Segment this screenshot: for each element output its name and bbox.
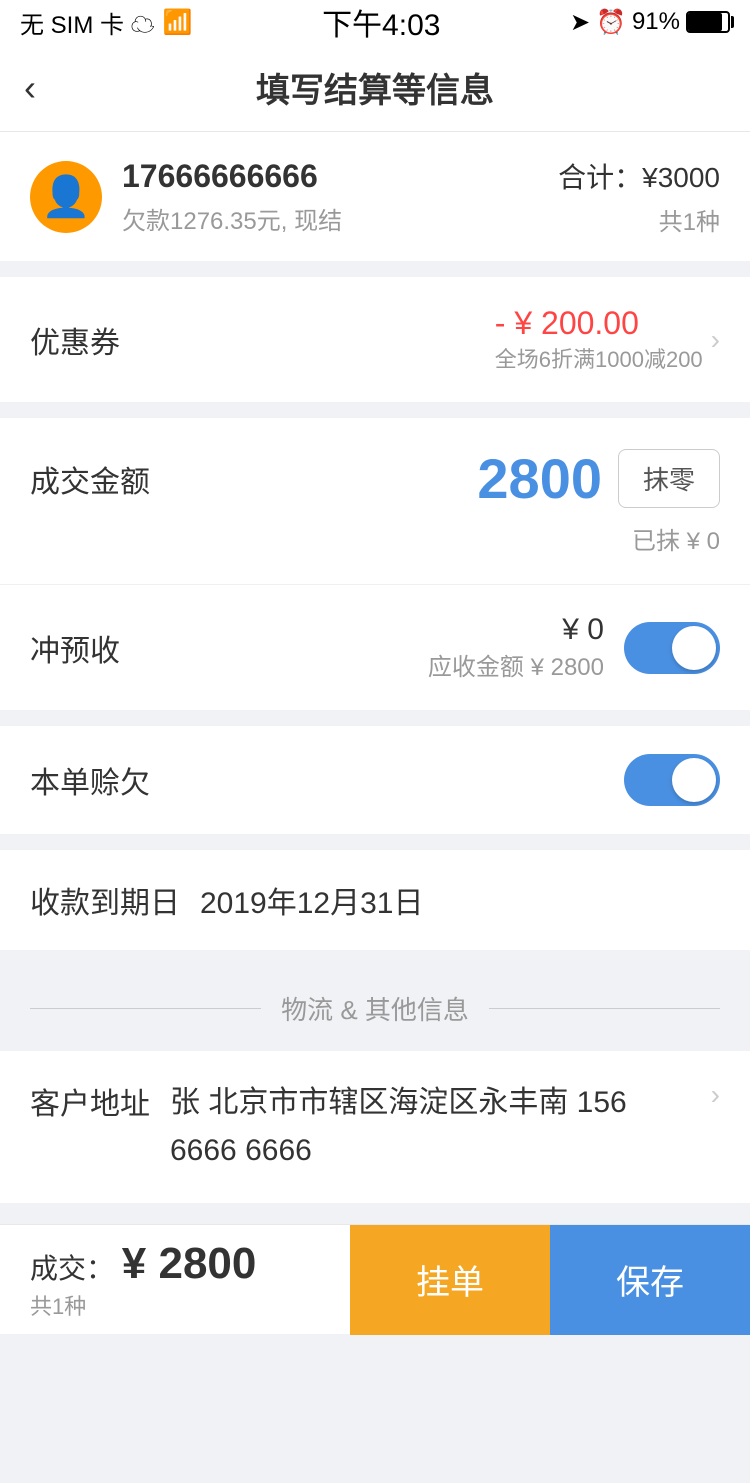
- time-display: 下午4:03: [322, 0, 440, 44]
- customer-info: 17666666666 欠款1276.35元, 现结: [122, 158, 342, 236]
- customer-left: 👤 17666666666 欠款1276.35元, 现结: [30, 158, 342, 236]
- customer-right: 合计：¥3000 共1种: [558, 156, 720, 237]
- avatar: 👤: [30, 161, 102, 233]
- nav-bar: ‹ 填写结算等信息: [0, 44, 750, 132]
- logistics-line-right: [489, 1008, 720, 1009]
- coupon-desc: 全场6折满1000减200: [495, 342, 703, 374]
- battery-percent: 91%: [632, 8, 680, 36]
- customer-total: 合计：¥3000: [558, 156, 720, 196]
- transaction-right: 2800 抹零: [477, 446, 720, 511]
- address-label: 客户地址: [30, 1079, 150, 1123]
- deal-label-text: 成交：: [30, 1253, 114, 1284]
- battery-icon: [686, 11, 730, 33]
- coupon-label: 优惠券: [30, 318, 120, 362]
- logistics-text: 物流 & 其他信息: [281, 990, 469, 1027]
- pre-receive-row: 冲预收 ¥ 0 应收金额 ¥ 2800: [0, 584, 750, 710]
- section-divider-1: [0, 402, 750, 418]
- round-button[interactable]: 抹零: [618, 449, 720, 508]
- avatar-icon: 👤: [41, 173, 91, 220]
- pre-receive-sub: 应收金额 ¥ 2800: [428, 647, 604, 682]
- customer-phone: 17666666666: [122, 158, 342, 195]
- wifi-icon: 📶: [163, 8, 193, 37]
- status-right: ➤ ⏰ 91%: [570, 8, 730, 37]
- location-icon: ➤: [570, 8, 590, 37]
- bottom-deal-label: 成交： ¥ 2800: [30, 1239, 320, 1289]
- hang-button[interactable]: 挂单: [350, 1225, 550, 1335]
- bottom-count: 共1种: [30, 1289, 320, 1321]
- bottom-bar: 成交： ¥ 2800 共1种 挂单 保存: [0, 1224, 750, 1334]
- coupon-chevron-icon: ›: [711, 324, 720, 356]
- address-chevron-icon: ›: [711, 1079, 720, 1111]
- due-date-row: 收款到期日 2019年12月31日: [0, 850, 750, 950]
- debt-row: 本单赊欠: [0, 726, 750, 834]
- bottom-info: 成交： ¥ 2800 共1种: [0, 1239, 350, 1321]
- save-button[interactable]: 保存: [550, 1225, 750, 1335]
- pre-receive-right: ¥ 0 应收金额 ¥ 2800: [428, 613, 720, 682]
- toggle-thumb: [672, 626, 716, 670]
- address-right: 张 北京市市辖区海淀区永丰南 156 6666 6666 ›: [170, 1079, 720, 1175]
- alarm-icon: ⏰: [596, 8, 626, 37]
- no-sim-text: 无 SIM 卡 ☁: [20, 5, 155, 40]
- customer-card: 👤 17666666666 欠款1276.35元, 现结 合计：¥3000 共1…: [0, 132, 750, 261]
- transaction-row: 成交金额 2800 抹零: [30, 446, 720, 511]
- bottom-amount: ¥ 2800: [122, 1239, 257, 1288]
- status-left: 无 SIM 卡 ☁ 📶: [20, 5, 193, 40]
- pre-receive-label: 冲预收: [30, 626, 120, 670]
- due-date-value: 2019年12月31日: [200, 878, 423, 922]
- page-title: 填写结算等信息: [256, 63, 494, 112]
- section-divider-3: [0, 834, 750, 850]
- coupon-right: - ¥ 200.00 全场6折满1000减200 ›: [495, 305, 720, 374]
- logistics-line-left: [30, 1008, 261, 1009]
- debt-toggle-thumb: [672, 758, 716, 802]
- customer-count: 共1种: [558, 202, 720, 237]
- due-date-label: 收款到期日: [30, 878, 180, 922]
- address-row[interactable]: 客户地址 张 北京市市辖区海淀区永丰南 156 6666 6666 ›: [0, 1051, 750, 1203]
- status-bar: 无 SIM 卡 ☁ 📶 下午4:03 ➤ ⏰ 91%: [0, 0, 750, 44]
- address-value: 张 北京市市辖区海淀区永丰南 156 6666 6666: [170, 1079, 701, 1175]
- transaction-label: 成交金额: [30, 457, 150, 501]
- pre-receive-amount: ¥ 0: [428, 613, 604, 647]
- debt-label: 本单赊欠: [30, 758, 150, 802]
- section-divider-2: [0, 710, 750, 726]
- coupon-amount: - ¥ 200.00: [495, 305, 703, 342]
- section-divider-4: [0, 950, 750, 966]
- pre-receive-toggle[interactable]: [624, 622, 720, 674]
- transaction-sub: 已抹 ¥ 0: [30, 521, 720, 556]
- pre-receive-values: ¥ 0 应收金额 ¥ 2800: [428, 613, 604, 682]
- coupon-row[interactable]: 优惠券 - ¥ 200.00 全场6折满1000减200 ›: [0, 277, 750, 402]
- back-button[interactable]: ‹: [24, 67, 36, 109]
- logistics-header: 物流 & 其他信息: [0, 966, 750, 1051]
- transaction-section: 成交金额 2800 抹零 已抹 ¥ 0: [0, 418, 750, 584]
- customer-debt: 欠款1276.35元, 现结: [122, 201, 342, 236]
- debt-toggle[interactable]: [624, 754, 720, 806]
- transaction-amount: 2800: [477, 446, 602, 511]
